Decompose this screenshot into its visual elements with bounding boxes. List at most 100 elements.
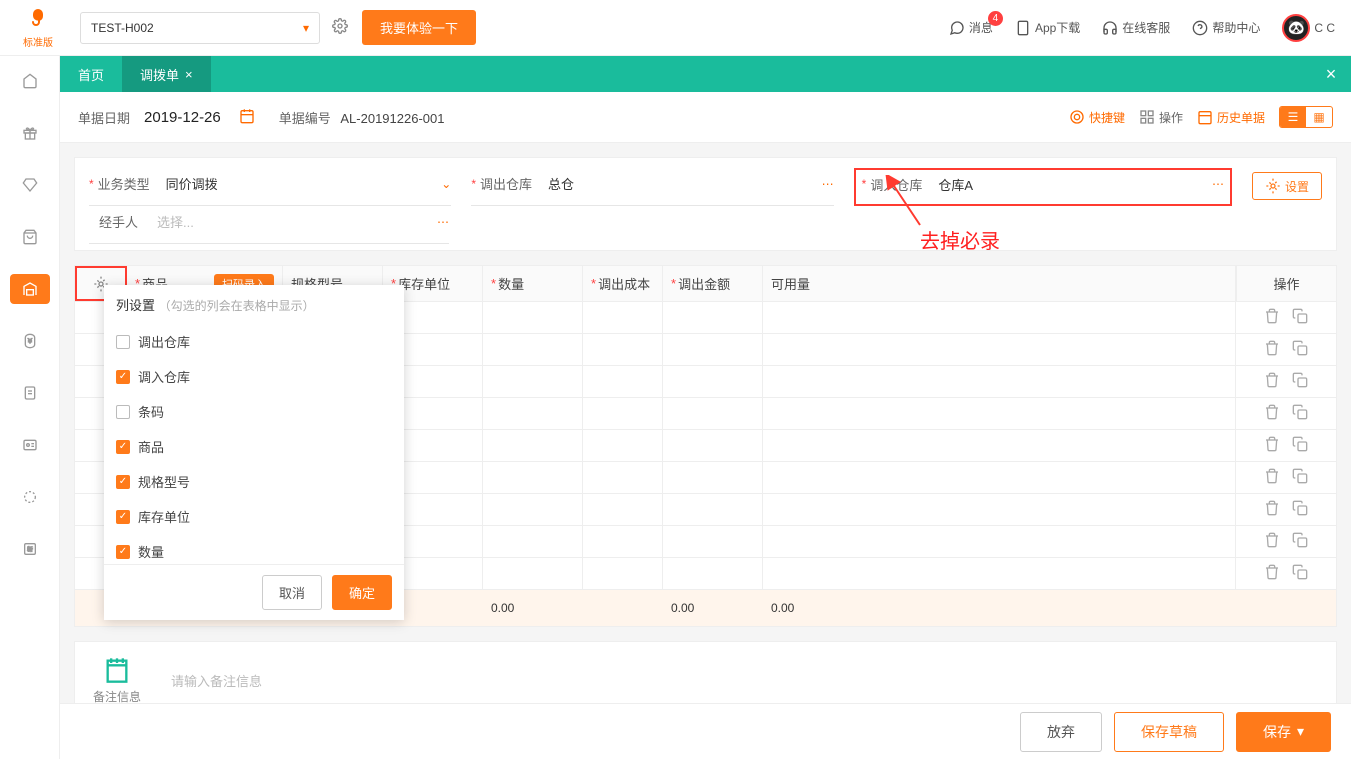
save-draft-button[interactable]: 保存草稿 bbox=[1114, 712, 1224, 752]
handler-field[interactable]: 经手人 选择... ⋯ bbox=[89, 206, 449, 244]
delete-icon[interactable] bbox=[1264, 308, 1280, 327]
view-grid-icon[interactable]: ▦ bbox=[1306, 107, 1332, 127]
help-center-link[interactable]: 帮助中心 bbox=[1192, 19, 1260, 36]
svg-text:新: 新 bbox=[27, 545, 33, 553]
popup-footer: 取消 确定 bbox=[104, 564, 404, 620]
cancel-button[interactable]: 取消 bbox=[262, 575, 322, 610]
history-link[interactable]: 历史单据 bbox=[1197, 109, 1265, 126]
online-cs-label: 在线客服 bbox=[1122, 19, 1170, 36]
copy-icon[interactable] bbox=[1292, 372, 1308, 391]
footer-actions: 放弃 保存草稿 保存 ▾ bbox=[60, 703, 1351, 759]
popup-body[interactable]: 调出仓库✓调入仓库条码✓商品✓规格型号✓库存单位✓数量单位2 bbox=[104, 324, 404, 564]
user-menu[interactable]: 🐼 C C bbox=[1282, 14, 1335, 42]
form-settings-button[interactable]: 设置 bbox=[1252, 172, 1322, 200]
messages-link[interactable]: 消息 4 bbox=[949, 19, 993, 36]
column-option[interactable]: ✓调入仓库 bbox=[116, 359, 392, 394]
column-option[interactable]: ✓规格型号 bbox=[116, 464, 392, 499]
copy-icon[interactable] bbox=[1292, 436, 1308, 455]
required-marker: * bbox=[89, 177, 94, 191]
more-icon[interactable]: ⋯ bbox=[1212, 177, 1224, 191]
nav-gift-icon[interactable] bbox=[10, 118, 50, 148]
col-cost-label: 调出成本 bbox=[598, 274, 650, 293]
delete-icon[interactable] bbox=[1264, 564, 1280, 583]
total-avail: 0.00 bbox=[763, 601, 1236, 615]
column-option[interactable]: 条码 bbox=[116, 394, 392, 429]
shortcut-label: 快捷键 bbox=[1089, 109, 1125, 126]
trial-button[interactable]: 我要体验一下 bbox=[362, 10, 476, 45]
nav-id-icon[interactable] bbox=[10, 430, 50, 460]
delete-icon[interactable] bbox=[1264, 404, 1280, 423]
save-button[interactable]: 保存 ▾ bbox=[1236, 712, 1331, 752]
copy-icon[interactable] bbox=[1292, 468, 1308, 487]
handler-label: 经手人 bbox=[89, 212, 157, 231]
checkbox-icon: ✓ bbox=[116, 545, 130, 559]
messages-badge: 4 bbox=[988, 11, 1003, 26]
tab-home[interactable]: 首页 bbox=[60, 56, 122, 92]
confirm-button[interactable]: 确定 bbox=[332, 575, 392, 610]
required-marker: * bbox=[862, 177, 867, 191]
in-warehouse-field[interactable]: * 调入仓库 仓库A ⋯ bbox=[854, 168, 1232, 206]
copy-icon[interactable] bbox=[1292, 404, 1308, 423]
logo: 标准版 bbox=[16, 7, 60, 49]
delete-icon[interactable] bbox=[1264, 468, 1280, 487]
column-option-label: 库存单位 bbox=[138, 507, 190, 526]
operate-link[interactable]: 操作 bbox=[1139, 109, 1183, 126]
nav-ring-icon[interactable] bbox=[10, 482, 50, 512]
copy-icon[interactable] bbox=[1292, 340, 1308, 359]
column-option[interactable]: ✓库存单位 bbox=[116, 499, 392, 534]
copy-icon[interactable] bbox=[1292, 564, 1308, 583]
copy-icon[interactable] bbox=[1292, 500, 1308, 519]
column-option[interactable]: ✓商品 bbox=[116, 429, 392, 464]
delete-icon[interactable] bbox=[1264, 500, 1280, 519]
date-value[interactable]: 2019-12-26 bbox=[144, 109, 221, 126]
column-option-label: 条码 bbox=[138, 402, 164, 421]
nav-clipboard-icon[interactable] bbox=[10, 378, 50, 408]
checkbox-icon: ✓ bbox=[116, 475, 130, 489]
copy-icon[interactable] bbox=[1292, 532, 1308, 551]
col-avail: 可用量 bbox=[763, 266, 1236, 301]
checkbox-icon bbox=[116, 405, 130, 419]
settings-gear-icon[interactable] bbox=[332, 18, 348, 37]
tab-home-label: 首页 bbox=[78, 65, 104, 84]
discard-button[interactable]: 放弃 bbox=[1020, 712, 1102, 752]
delete-icon[interactable] bbox=[1264, 340, 1280, 359]
filter-form: * 业务类型 同价调拨 ⌄ * 调出仓库 总仓 ⋯ * 调入仓库 仓库A ⋯ 设… bbox=[74, 157, 1337, 251]
tab-transfer[interactable]: 调拨单 × bbox=[122, 56, 211, 92]
biz-type-field[interactable]: * 业务类型 同价调拨 ⌄ bbox=[89, 168, 451, 206]
nav-new-icon[interactable]: 新 bbox=[10, 534, 50, 564]
out-warehouse-field[interactable]: * 调出仓库 总仓 ⋯ bbox=[471, 168, 833, 206]
nav-warehouse-icon[interactable] bbox=[10, 274, 50, 304]
user-name: C C bbox=[1314, 21, 1335, 35]
shortcut-link[interactable]: 快捷键 bbox=[1069, 109, 1125, 126]
nav-diamond-icon[interactable] bbox=[10, 170, 50, 200]
avatar-icon: 🐼 bbox=[1282, 14, 1310, 42]
nav-money-icon[interactable]: ¥ bbox=[10, 326, 50, 356]
checkbox-icon bbox=[116, 335, 130, 349]
tabs-close-all[interactable]: × bbox=[1311, 56, 1351, 92]
chevron-down-icon: ▾ bbox=[1297, 723, 1304, 740]
nav-home-icon[interactable] bbox=[10, 66, 50, 96]
copy-icon[interactable] bbox=[1292, 308, 1308, 327]
close-icon[interactable]: × bbox=[185, 67, 193, 82]
online-cs-link[interactable]: 在线客服 bbox=[1102, 19, 1170, 36]
remark-icon: 备注信息 bbox=[93, 656, 141, 705]
app-download-link[interactable]: App下载 bbox=[1015, 19, 1080, 36]
remark-input[interactable]: 请输入备注信息 bbox=[171, 671, 1318, 690]
view-list-icon[interactable]: ☰ bbox=[1280, 107, 1306, 127]
column-option-label: 商品 bbox=[138, 437, 164, 456]
column-option[interactable]: 调出仓库 bbox=[116, 324, 392, 359]
svg-text:¥: ¥ bbox=[28, 338, 32, 345]
app-download-label: App下载 bbox=[1035, 19, 1080, 36]
top-bar: 标准版 TEST-H002 ▾ 我要体验一下 消息 4 App下载 在线客服 帮… bbox=[0, 0, 1351, 56]
branch-selector[interactable]: TEST-H002 ▾ bbox=[80, 12, 320, 44]
delete-icon[interactable] bbox=[1264, 532, 1280, 551]
column-option[interactable]: ✓数量 bbox=[116, 534, 392, 564]
chevron-down-icon[interactable]: ⌄ bbox=[441, 177, 451, 191]
delete-icon[interactable] bbox=[1264, 436, 1280, 455]
more-icon[interactable]: ⋯ bbox=[437, 215, 449, 229]
delete-icon[interactable] bbox=[1264, 372, 1280, 391]
more-icon[interactable]: ⋯ bbox=[822, 177, 834, 191]
help-center-label: 帮助中心 bbox=[1212, 19, 1260, 36]
nav-bag-icon[interactable] bbox=[10, 222, 50, 252]
calendar-icon[interactable] bbox=[239, 108, 255, 127]
